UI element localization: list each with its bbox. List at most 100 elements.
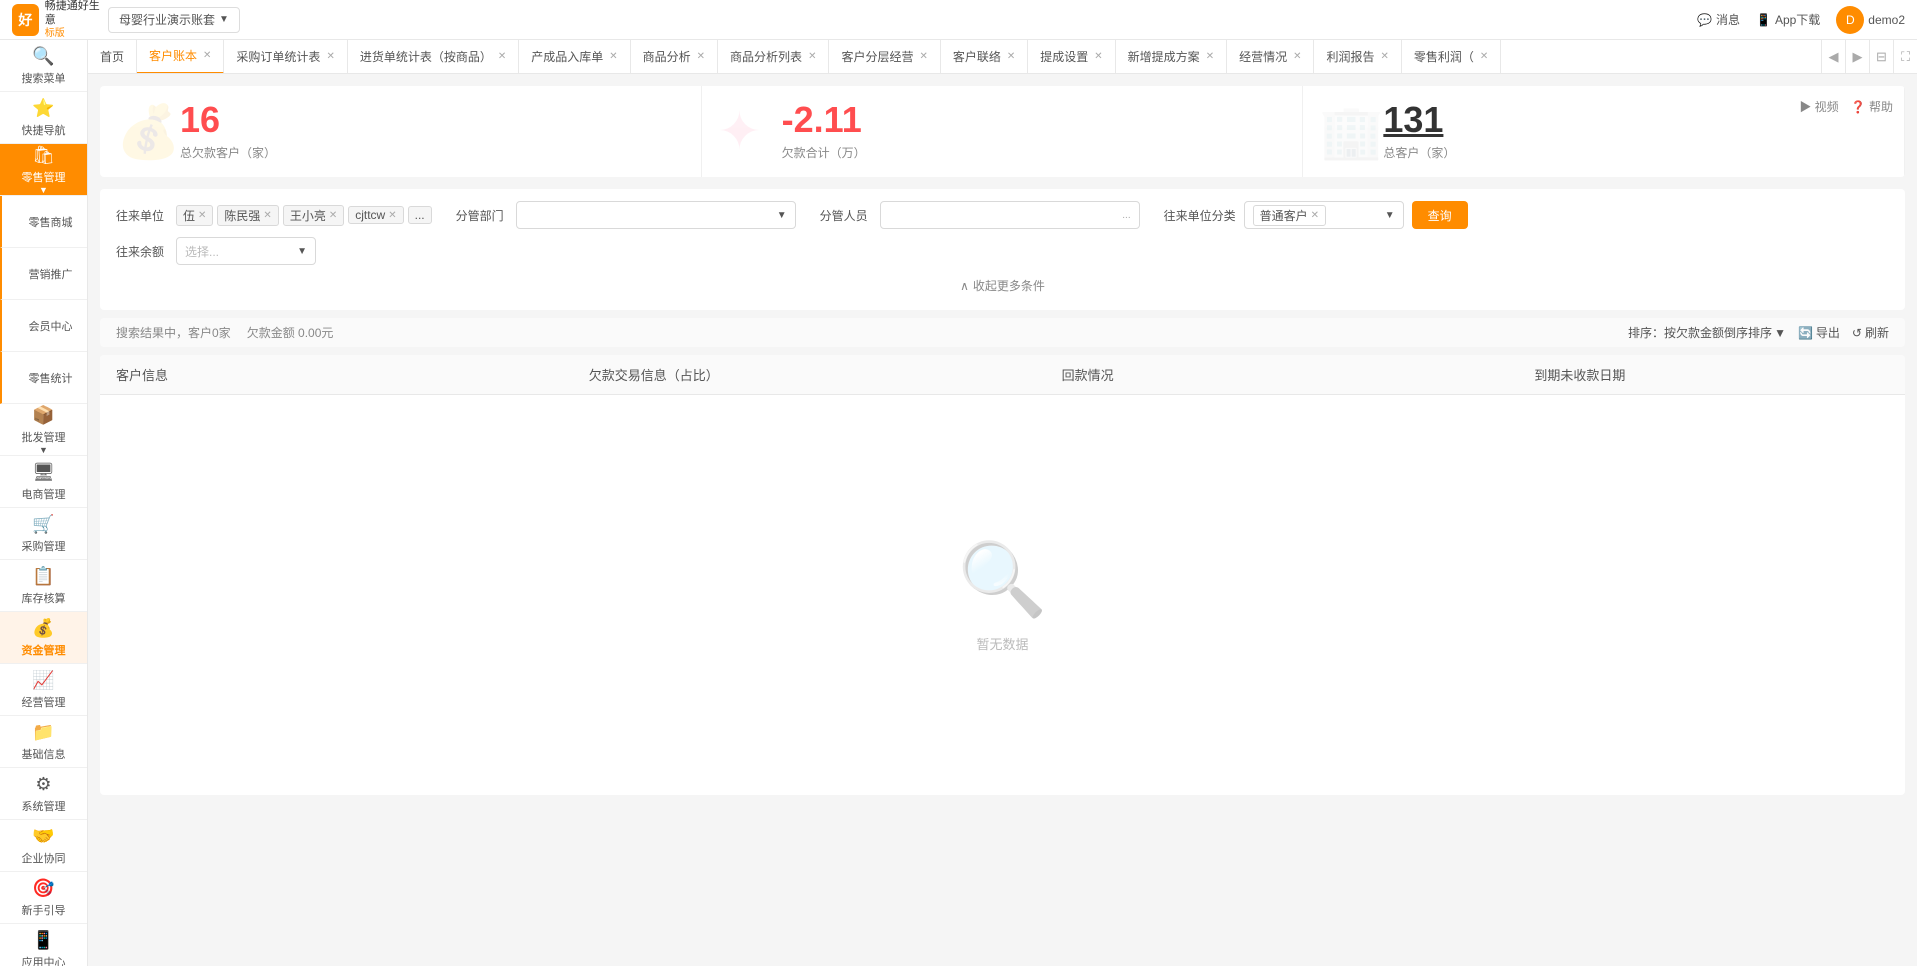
- collapse-btn[interactable]: ∧ 收起更多条件: [116, 273, 1889, 298]
- sidebar-item-inventory[interactable]: 📋 库存核算: [0, 560, 87, 612]
- export-btn[interactable]: 🔄 导出: [1798, 324, 1840, 341]
- sort-label: 排序：按欠款金额倒序排序: [1628, 324, 1772, 341]
- tab-reminder-settings[interactable]: 提成设置 ✕: [1028, 40, 1115, 74]
- tab-inbound-stats[interactable]: 进货单统计表（按商品） ✕: [348, 40, 519, 74]
- tab-profit-report[interactable]: 利润报告 ✕: [1314, 40, 1401, 74]
- sidebar-item-capital[interactable]: 💰 资金管理: [0, 612, 87, 664]
- tab-close-customer-segment[interactable]: ✕: [919, 51, 927, 62]
- filter-row-2: 往来余额 选择... ▼: [116, 237, 1889, 265]
- tab-close-product-analysis[interactable]: ✕: [697, 51, 705, 62]
- top-right-links: ▶ 视频 ❓ 帮助: [1799, 98, 1893, 115]
- inventory-icon: 📋: [32, 566, 54, 587]
- tab-close-cost-inbound[interactable]: ✕: [609, 51, 617, 62]
- tab-close-retail-profit[interactable]: ✕: [1480, 51, 1488, 62]
- tab-prev-btn[interactable]: ◀: [1821, 40, 1845, 74]
- tag-wu-close[interactable]: ✕: [198, 210, 206, 221]
- tag-wu: 伍 ✕: [176, 205, 213, 226]
- top-bar: 好 畅捷通好生意 标版 母婴行业演示账套 ▼ 💬 消息 📱 App下载 D de…: [0, 0, 1917, 40]
- tab-customer-contact[interactable]: 客户联络 ✕: [941, 40, 1028, 74]
- dept-filter-select[interactable]: ▼: [516, 201, 796, 229]
- table-container: 客户信息 欠款交易信息（占比） 回款情况 到期未收款日期 🔍 暂无数据: [100, 355, 1905, 795]
- help-link[interactable]: ❓ 帮助: [1851, 98, 1893, 115]
- sidebar-item-new-guide[interactable]: 🎯 新手引导: [0, 872, 87, 924]
- tab-close-reminder-settings[interactable]: ✕: [1094, 51, 1102, 62]
- app-icon: 📱: [32, 930, 54, 951]
- tab-close-customer-contact[interactable]: ✕: [1007, 51, 1015, 62]
- person-filter-label: 分管人员: [820, 207, 872, 224]
- workspace-selector[interactable]: 母婴行业演示账套 ▼: [108, 7, 240, 33]
- tab-close-profit-report[interactable]: ✕: [1381, 51, 1389, 62]
- tag-wang-close[interactable]: ✕: [329, 210, 337, 221]
- cls-tag-close[interactable]: ✕: [1311, 210, 1319, 221]
- sidebar-item-retail-mgmt[interactable]: 🛍 零售管理 ▼: [0, 144, 87, 196]
- video-link[interactable]: ▶ 视频: [1799, 98, 1838, 115]
- user-menu[interactable]: D demo2: [1836, 6, 1905, 34]
- export-icon: 🔄: [1798, 326, 1813, 340]
- tab-next-btn[interactable]: ▶: [1845, 40, 1869, 74]
- stat-card-amount: ✦ -2.11 欠款合计（万）: [702, 86, 1304, 177]
- sidebar-item-app-center[interactable]: 📱 应用中心: [0, 924, 87, 966]
- logo-text: 畅捷通好生意 标版: [45, 0, 100, 40]
- sidebar-item-purchase[interactable]: 🛒 采购管理: [0, 508, 87, 560]
- sidebar-item-quick-nav[interactable]: ⭐ 快捷导航: [0, 92, 87, 144]
- more-icon: ...: [1122, 210, 1130, 221]
- sidebar-item-basic-info[interactable]: 📁 基础信息: [0, 716, 87, 768]
- dept-filter-label: 分管部门: [456, 207, 508, 224]
- star-icon: ⭐: [32, 98, 54, 119]
- tab-new-reminder-plan[interactable]: 新增提成方案 ✕: [1116, 40, 1227, 74]
- sidebar-item-member-center[interactable]: 会员中心: [0, 300, 87, 352]
- app-download-btn[interactable]: 📱 App下载: [1756, 11, 1820, 28]
- refresh-btn[interactable]: ↺ 刷新: [1852, 324, 1889, 341]
- search-result-text: 搜索结果中，客户0家: [116, 324, 231, 341]
- sort-icon: ▼: [1774, 326, 1786, 340]
- tab-close-purchase-order[interactable]: ✕: [326, 51, 334, 62]
- basic-info-icon: 📁: [32, 722, 54, 743]
- amount-text: 欠款金额 0.00元: [247, 324, 334, 341]
- message-btn[interactable]: 💬 消息: [1697, 11, 1740, 28]
- sidebar: 🔍 搜索菜单 ⭐ 快捷导航 🛍 零售管理 ▼ 零售商城 营销推广 会员中心: [0, 40, 88, 966]
- tag-chen-close[interactable]: ✕: [263, 210, 271, 221]
- tag-chen: 陈民强 ✕: [217, 205, 278, 226]
- sidebar-item-retail-stats[interactable]: 零售统计: [0, 352, 87, 404]
- tab-customer-segment[interactable]: 客户分层经营 ✕: [829, 40, 940, 74]
- sidebar-item-business[interactable]: 📈 经营管理: [0, 664, 87, 716]
- tag-cjttcw-close[interactable]: ✕: [388, 210, 396, 221]
- tab-arrows: ◀ ▶ ⊟ ⛶: [1821, 40, 1917, 74]
- sort-btn[interactable]: 排序：按欠款金额倒序排序 ▼: [1628, 324, 1786, 341]
- tab-close-business-status[interactable]: ✕: [1293, 51, 1301, 62]
- person-filter-select[interactable]: ...: [880, 201, 1140, 229]
- sidebar-item-ecommerce[interactable]: 🖥 电商管理: [0, 456, 87, 508]
- tab-product-analysis-list[interactable]: 商品分析列表 ✕: [718, 40, 829, 74]
- tab-fullscreen-btn[interactable]: ⛶: [1893, 40, 1917, 74]
- sidebar-item-marketing[interactable]: 营销推广: [0, 248, 87, 300]
- logo-area: 好 畅捷通好生意 标版: [12, 0, 100, 40]
- sidebar-item-retail-mall[interactable]: 零售商城: [0, 196, 87, 248]
- sidebar-item-system[interactable]: ⚙ 系统管理: [0, 768, 87, 820]
- tab-purchase-order[interactable]: 采购订单统计表 ✕: [224, 40, 347, 74]
- sidebar-item-enterprise-collab[interactable]: 🤝 企业协同: [0, 820, 87, 872]
- sidebar-item-search-menu[interactable]: 🔍 搜索菜单: [0, 40, 87, 92]
- query-button[interactable]: 查询: [1412, 201, 1468, 229]
- classification-select[interactable]: 普通客户 ✕ ▼: [1244, 201, 1404, 229]
- stat-label-amount: 欠款合计（万）: [782, 144, 866, 161]
- tab-close-customer-account[interactable]: ✕: [203, 50, 211, 61]
- filter-row-1: 往来单位 伍 ✕ 陈民强 ✕: [116, 201, 1889, 229]
- tab-close-inbound-stats[interactable]: ✕: [498, 51, 506, 62]
- tab-close-product-analysis-list[interactable]: ✕: [808, 51, 816, 62]
- chevron-down-icon: ▼: [219, 14, 229, 25]
- more-tags-btn[interactable]: ...: [408, 206, 432, 224]
- tab-customer-account[interactable]: 客户账本 ✕: [137, 40, 224, 74]
- tab-retail-profit[interactable]: 零售利润（ ✕: [1402, 40, 1501, 74]
- tab-close-new-reminder-plan[interactable]: ✕: [1206, 51, 1214, 62]
- sidebar-item-wholesale-mgmt[interactable]: 📦 批发管理 ▼: [0, 404, 87, 456]
- tab-business-status[interactable]: 经营情况 ✕: [1227, 40, 1314, 74]
- classification-label: 往来单位分类: [1164, 207, 1236, 224]
- empty-state: 🔍 暂无数据: [898, 477, 1108, 713]
- tab-home[interactable]: 首页: [88, 40, 137, 74]
- balance-filter-select[interactable]: 选择... ▼: [176, 237, 316, 265]
- tab-expand-btn[interactable]: ⊟: [1869, 40, 1893, 74]
- tab-cost-inbound[interactable]: 产成品入库单 ✕: [519, 40, 630, 74]
- tab-bar: 首页 客户账本 ✕ 采购订单统计表 ✕ 进货单统计表（按商品） ✕ 产成品入库单…: [88, 40, 1917, 74]
- tab-product-analysis[interactable]: 商品分析 ✕: [631, 40, 718, 74]
- download-icon: 📱: [1756, 13, 1771, 27]
